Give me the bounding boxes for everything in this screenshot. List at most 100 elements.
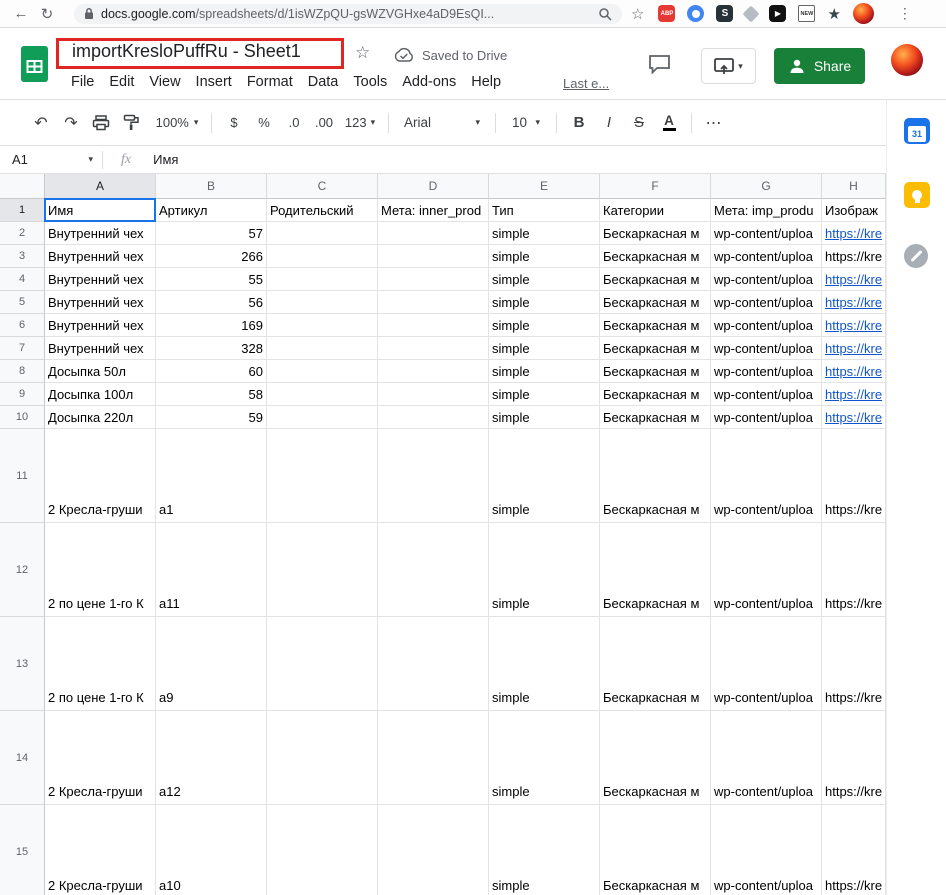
- cell-F10[interactable]: Бескаркасная м: [600, 406, 711, 429]
- cell-B8[interactable]: 60: [156, 360, 267, 383]
- cell-link[interactable]: https://kre: [825, 364, 882, 379]
- extension-diamond-icon[interactable]: [742, 5, 760, 22]
- cell-D4[interactable]: [378, 268, 489, 291]
- cell-E1[interactable]: Тип: [489, 199, 600, 222]
- row-header-1[interactable]: 1: [0, 199, 45, 222]
- cell-A11[interactable]: 2 Кресла-груши: [45, 429, 156, 523]
- row-header-6[interactable]: 6: [0, 314, 45, 337]
- cell-F4[interactable]: Бескаркасная м: [600, 268, 711, 291]
- name-box[interactable]: A1 ▾: [0, 146, 102, 173]
- formula-input[interactable]: Имя: [153, 152, 178, 167]
- menu-file[interactable]: File: [71, 74, 94, 90]
- cell-A1[interactable]: Имя: [45, 199, 156, 222]
- cell-H14[interactable]: https://kre: [822, 711, 886, 805]
- cell-H6[interactable]: https://kre: [822, 314, 886, 337]
- cell-D3[interactable]: [378, 245, 489, 268]
- italic-button[interactable]: I: [594, 109, 624, 137]
- cell-H4[interactable]: https://kre: [822, 268, 886, 291]
- cell-A13[interactable]: 2 по цене 1-го К: [45, 617, 156, 711]
- cell-F2[interactable]: Бескаркасная м: [600, 222, 711, 245]
- cell-E15[interactable]: simple: [489, 805, 600, 895]
- cell-H1[interactable]: Изображ: [822, 199, 886, 222]
- cell-D12[interactable]: [378, 523, 489, 617]
- cell-E12[interactable]: simple: [489, 523, 600, 617]
- extension-news-icon[interactable]: NEW: [798, 5, 816, 22]
- font-size-select[interactable]: 10 ▾: [503, 109, 549, 137]
- cell-B15[interactable]: a10: [156, 805, 267, 895]
- cell-D6[interactable]: [378, 314, 489, 337]
- cell-C6[interactable]: [267, 314, 378, 337]
- menu-tools[interactable]: Tools: [353, 74, 387, 90]
- cell-D1[interactable]: Мета: inner_prod: [378, 199, 489, 222]
- cell-G14[interactable]: wp-content/uploa: [711, 711, 822, 805]
- star-document-icon[interactable]: ☆: [355, 43, 370, 63]
- cell-link[interactable]: https://kre: [825, 341, 882, 356]
- cell-G15[interactable]: wp-content/uploa: [711, 805, 822, 895]
- cell-A15[interactable]: 2 Кресла-груши: [45, 805, 156, 895]
- column-header-H[interactable]: H: [822, 174, 886, 199]
- cell-F11[interactable]: Бескаркасная м: [600, 429, 711, 523]
- extension-blue-circle-icon[interactable]: [687, 5, 705, 22]
- cell-C3[interactable]: [267, 245, 378, 268]
- row-header-10[interactable]: 10: [0, 406, 45, 429]
- cell-C9[interactable]: [267, 383, 378, 406]
- cell-H7[interactable]: https://kre: [822, 337, 886, 360]
- column-header-G[interactable]: G: [711, 174, 822, 199]
- extension-abp-icon[interactable]: ABP: [658, 5, 676, 22]
- cell-link[interactable]: https://kre: [825, 318, 882, 333]
- column-header-B[interactable]: B: [156, 174, 267, 199]
- cell-G4[interactable]: wp-content/uploa: [711, 268, 822, 291]
- menu-view[interactable]: View: [149, 74, 180, 90]
- menu-insert[interactable]: Insert: [196, 74, 232, 90]
- cell-G13[interactable]: wp-content/uploa: [711, 617, 822, 711]
- cell-C8[interactable]: [267, 360, 378, 383]
- cell-A2[interactable]: Внутренний чех: [45, 222, 156, 245]
- cell-link[interactable]: https://kre: [825, 272, 882, 287]
- sheets-logo-icon[interactable]: [21, 46, 48, 82]
- cell-G9[interactable]: wp-content/uploa: [711, 383, 822, 406]
- cell-G2[interactable]: wp-content/uploa: [711, 222, 822, 245]
- cell-C5[interactable]: [267, 291, 378, 314]
- cell-D2[interactable]: [378, 222, 489, 245]
- cell-E9[interactable]: simple: [489, 383, 600, 406]
- cell-D14[interactable]: [378, 711, 489, 805]
- decrease-decimal-button[interactable]: .0: [279, 109, 309, 137]
- more-toolbar-button[interactable]: ⋯: [699, 109, 729, 137]
- calendar-icon[interactable]: 31: [904, 118, 930, 144]
- row-header-14[interactable]: 14: [0, 711, 45, 805]
- cell-D9[interactable]: [378, 383, 489, 406]
- row-header-8[interactable]: 8: [0, 360, 45, 383]
- cell-E13[interactable]: simple: [489, 617, 600, 711]
- cell-link[interactable]: https://kre: [825, 387, 882, 402]
- row-header-7[interactable]: 7: [0, 337, 45, 360]
- cell-C1[interactable]: Родительский: [267, 199, 378, 222]
- cell-B10[interactable]: 59: [156, 406, 267, 429]
- menu-format[interactable]: Format: [247, 74, 293, 90]
- row-header-13[interactable]: 13: [0, 617, 45, 711]
- reload-icon[interactable]: ↻: [34, 5, 60, 23]
- document-title[interactable]: importKresloPuffRu - Sheet1: [72, 41, 301, 62]
- cell-H2[interactable]: https://kre: [822, 222, 886, 245]
- cell-A14[interactable]: 2 Кресла-груши: [45, 711, 156, 805]
- row-header-2[interactable]: 2: [0, 222, 45, 245]
- browser-menu-icon[interactable]: ⋮: [898, 5, 912, 22]
- present-button[interactable]: ▾: [701, 48, 756, 84]
- cell-B4[interactable]: 55: [156, 268, 267, 291]
- cell-G10[interactable]: wp-content/uploa: [711, 406, 822, 429]
- cell-link[interactable]: https://kre: [825, 226, 882, 241]
- cell-C13[interactable]: [267, 617, 378, 711]
- cell-F7[interactable]: Бескаркасная м: [600, 337, 711, 360]
- cell-link[interactable]: https://kre: [825, 410, 882, 425]
- number-format-button[interactable]: 123 ▾: [339, 109, 381, 137]
- cell-G3[interactable]: wp-content/uploa: [711, 245, 822, 268]
- cell-F12[interactable]: Бескаркасная м: [600, 523, 711, 617]
- cell-H5[interactable]: https://kre: [822, 291, 886, 314]
- row-header-11[interactable]: 11: [0, 429, 45, 523]
- cell-C2[interactable]: [267, 222, 378, 245]
- cell-A10[interactable]: Досыпка 220л: [45, 406, 156, 429]
- cell-A3[interactable]: Внутренний чех: [45, 245, 156, 268]
- row-header-5[interactable]: 5: [0, 291, 45, 314]
- cell-C15[interactable]: [267, 805, 378, 895]
- print-button[interactable]: [86, 109, 116, 137]
- cell-H9[interactable]: https://kre: [822, 383, 886, 406]
